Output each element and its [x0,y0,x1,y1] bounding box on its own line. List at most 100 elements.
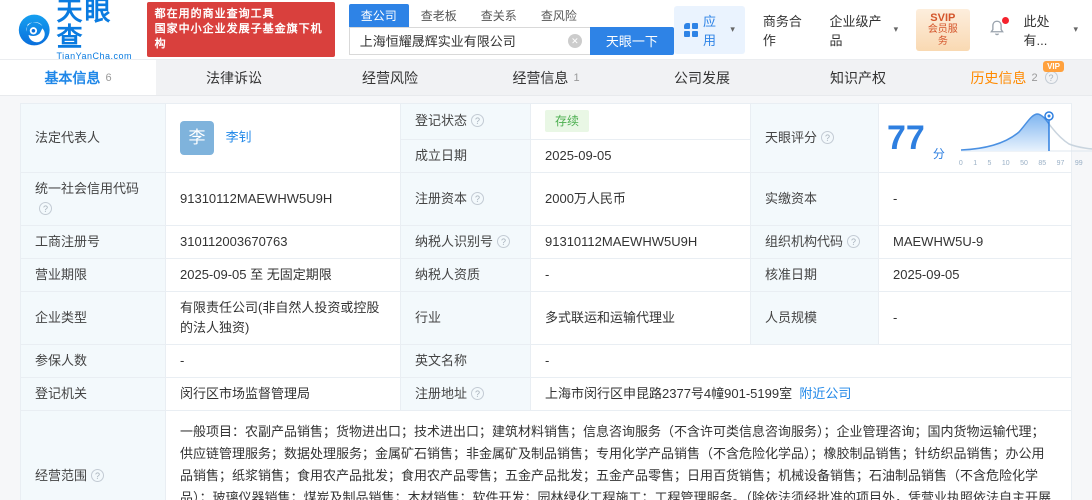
score-unit: 分 [932,147,945,161]
notification-bell-button[interactable] [988,17,1009,40]
search-tabs: 查公司 查老板 查关系 查风险 [348,3,674,27]
est-date-label-cell: 成立日期 [400,138,531,173]
score-label-cell: 天眼评分? [750,103,879,173]
vip-badge: VIP [1043,61,1064,72]
help-icon[interactable]: ? [471,114,485,128]
help-icon[interactable]: ? [847,235,861,248]
table-row: 统一社会信用代码? 91310112MAEWHW5U9H 注册资本? 2000万… [20,172,1072,226]
taxpayer-id-label-cell: 纳税人识别号? [400,225,531,259]
business-scope-value-cell: 一般项目：农副产品销售；货物进出口；技术进出口；建筑材料销售；信息咨询服务（不含… [165,410,1072,500]
reg-number-label-cell: 工商注册号 [20,225,166,259]
taxpayer-id-value-cell: 91310112MAEWHW5U9H [530,225,751,259]
logo-cn-text: 天眼查 [56,0,113,52]
chevron-down-icon: ▾ [1073,24,1079,34]
industry-value-cell: 多式联运和运输代理业 [530,291,751,345]
est-date-value-cell: 2025-09-05 [530,138,751,173]
help-icon[interactable]: ? [471,192,485,205]
notification-dot [1001,17,1009,24]
reg-status-label-cell: 登记状态? [400,103,531,140]
search-button[interactable]: 天眼一下 [589,26,674,55]
org-code-label-cell: 组织机构代码? [750,225,879,259]
tab-business-info[interactable]: 经营信息 1 [468,60,624,95]
chevron-down-icon: ▾ [893,24,899,34]
help-icon[interactable]: ? [91,469,105,482]
search-tab-relation[interactable]: 查关系 [469,4,529,27]
reg-capital-label-cell: 注册资本? [400,172,531,226]
reg-capital-value-cell: 2000万人民币 [530,172,751,226]
english-name-value-cell: - [530,344,1072,378]
search-tab-boss[interactable]: 查老板 [409,4,469,27]
svip-member-button[interactable]: SVIP 会员服务 [916,8,970,51]
apps-menu-button[interactable]: 应用 ▾ [673,5,745,54]
tab-count: 2 [1031,71,1038,84]
status-badge: 存续 [545,110,590,133]
tab-operating-risk[interactable]: 经营风险 [312,60,468,95]
basic-info-section: 法定代表人 李 李钊 登记状态? 存续 天眼评分? 77 分 0 1 5 10 … [0,96,1092,500]
tab-legal-proceedings[interactable]: 法律诉讼 [156,60,312,95]
header-right: 应用 ▾ 商务合作 企业级产品 ▾ SVIP 会员服务 此处有... ▾ [673,5,1079,54]
enterprise-products-menu[interactable]: 企业级产品 ▾ [829,11,898,49]
legal-rep-link[interactable]: 李钊 [226,129,252,144]
score-distribution-chart: 01 510 5085 9799 100 [957,108,1092,168]
enterprise-products-label: 企业级产品 [829,13,882,48]
help-icon[interactable]: ? [821,131,835,144]
insured-count-label-cell: 参保人数 [20,344,166,378]
paid-capital-value-cell: - [878,172,1072,226]
company-type-label-cell: 企业类型 [20,291,166,345]
apps-label: 应用 [702,13,716,48]
search-input[interactable] [348,26,590,55]
search-area: 查公司 查老板 查关系 查风险 ✕ 天眼一下 [348,3,674,55]
tab-label: 法律诉讼 [206,69,262,86]
clear-search-icon[interactable]: ✕ [567,33,582,48]
help-icon[interactable]: ? [471,387,485,400]
top-header: 天眼查 TianYanCha.com 都在用的商业查询工具 国家中小企业发展子基… [0,0,1092,61]
help-icon[interactable]: ? [497,235,511,248]
help-icon[interactable]: ? [1044,71,1058,84]
insured-count-value-cell: - [165,344,401,378]
reg-authority-label-cell: 登记机关 [20,377,166,411]
tab-label: 知识产权 [830,69,886,86]
credit-code-value-cell: 91310112MAEWHW5U9H [165,172,401,226]
tab-count: 6 [105,71,112,84]
tab-label: 公司发展 [674,69,730,86]
search-tab-risk[interactable]: 查风险 [529,4,589,27]
legal-rep-label-cell: 法定代表人 [20,103,166,173]
tab-basic-info[interactable]: 基本信息 6 [0,60,156,95]
brand-slogan: 都在用的商业查询工具 国家中小企业发展子基金旗下机构 [146,2,335,57]
company-section-tabs: 基本信息 6 法律诉讼 经营风险 经营信息 1 公司发展 知识产权 历史信息 2… [0,60,1092,96]
approval-date-label-cell: 核准日期 [750,258,879,292]
staff-size-label-cell: 人员规模 [750,291,879,345]
user-account-menu[interactable]: 此处有... ▾ [1024,11,1079,49]
apps-grid-icon [683,22,698,37]
company-type-value-cell: 有限责任公司(非自然人投资或控股的法人独资) [165,291,401,345]
svip-service-label: 会员服务 [927,23,958,47]
taxpayer-quality-label-cell: 纳税人资质 [400,258,531,292]
tab-history-info[interactable]: 历史信息 2 ? VIP [936,60,1092,95]
tianyancha-logo[interactable]: 天眼查 TianYanCha.com [18,0,137,61]
username-label: 此处有... [1023,13,1050,48]
reg-authority-value-cell: 闵行区市场监督管理局 [165,377,401,411]
table-row: 工商注册号 310112003670763 纳税人识别号? 91310112MA… [20,225,1072,259]
nearby-companies-link[interactable]: 附近公司 [799,386,851,401]
score-value: 77 [887,119,925,157]
table-row: 企业类型 有限责任公司(非自然人投资或控股的法人独资) 行业 多式联运和运输代理… [20,291,1072,345]
table-row: 登记机关 闵行区市场监督管理局 注册地址? 上海市闵行区申昆路2377号4幢90… [20,377,1072,411]
chevron-down-icon: ▾ [730,24,735,34]
tab-intellectual-property[interactable]: 知识产权 [780,60,936,95]
taxpayer-quality-value-cell: - [530,258,751,292]
legal-rep-value-cell: 李 李钊 [165,103,401,173]
tab-company-development[interactable]: 公司发展 [624,60,780,95]
reg-address-value-cell: 上海市闵行区申昆路2377号4幢901-5199室 附近公司 [530,377,1072,411]
business-cooperation-link[interactable]: 商务合作 [763,11,812,49]
help-icon[interactable]: ? [39,202,52,215]
reg-status-value-cell: 存续 [530,103,751,140]
score-axis-ticks: 01 510 5085 9799 100 [958,160,1083,167]
svip-label: SVIP [930,11,956,24]
table-row: 法定代表人 李 李钊 登记状态? 存续 天眼评分? 77 分 0 1 5 10 … [20,103,1092,173]
score-value-cell: 77 分 01 5 10 50 85 97 99 [878,103,1092,173]
slogan-line1: 都在用的商业查询工具 [154,8,275,20]
biz-term-label-cell: 营业期限 [20,258,166,292]
search-tab-company[interactable]: 查公司 [348,3,409,27]
tab-count: 1 [573,71,580,84]
avatar[interactable]: 李 [180,121,214,155]
